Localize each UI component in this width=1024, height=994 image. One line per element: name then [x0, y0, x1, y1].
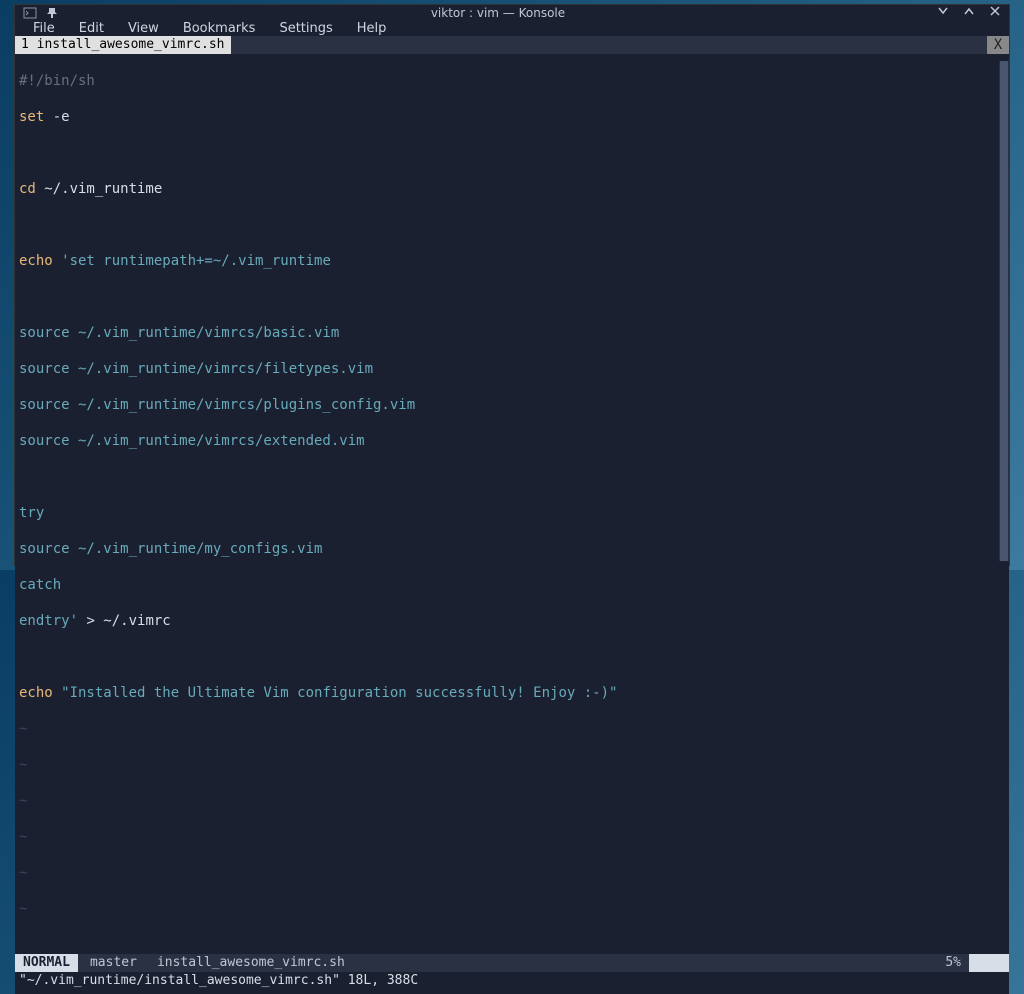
- message-line: "~/.vim_runtime/install_awesome_vimrc.sh…: [15, 972, 1009, 990]
- minimize-button[interactable]: [937, 5, 949, 21]
- mode-indicator: NORMAL: [15, 954, 78, 972]
- window-title: viktor : vim — Konsole: [59, 6, 937, 20]
- code-line: [19, 648, 1005, 666]
- status-filename: install_awesome_vimrc.sh: [149, 954, 353, 972]
- tab-close[interactable]: X: [987, 36, 1009, 54]
- empty-line: ~: [19, 900, 1005, 918]
- empty-line: ~: [19, 864, 1005, 882]
- menubar: File Edit View Bookmarks Settings Help: [15, 21, 1009, 36]
- code-line: [19, 216, 1005, 234]
- statusline: NORMAL master install_awesome_vimrc.sh 5…: [15, 954, 1009, 972]
- code-line: set -e: [19, 108, 1005, 126]
- git-branch: master: [78, 954, 149, 972]
- konsole-window: viktor : vim — Konsole File Edit View Bo…: [14, 4, 1010, 566]
- code-line: [19, 288, 1005, 306]
- close-button[interactable]: [989, 5, 1001, 21]
- code-line: endtry' > ~/.vimrc: [19, 612, 1005, 630]
- empty-line: ~: [19, 792, 1005, 810]
- pin-icon[interactable]: [45, 6, 59, 20]
- menu-settings[interactable]: Settings: [279, 21, 332, 36]
- editor: 1 install_awesome_vimrc.sh X #!/bin/sh s…: [15, 36, 1009, 994]
- maximize-button[interactable]: [963, 5, 975, 21]
- tabline: 1 install_awesome_vimrc.sh X: [15, 36, 1009, 54]
- menu-edit[interactable]: Edit: [79, 21, 104, 36]
- code-line: source ~/.vim_runtime/vimrcs/basic.vim: [19, 324, 1005, 342]
- scroll-percent: 5%: [937, 954, 969, 972]
- menu-help[interactable]: Help: [357, 21, 387, 36]
- titlebar: viktor : vim — Konsole: [15, 5, 1009, 21]
- code-line: source ~/.vim_runtime/vimrcs/filetypes.v…: [19, 360, 1005, 378]
- scrollbar[interactable]: [999, 61, 1009, 561]
- tab-number: 1: [21, 36, 29, 54]
- menu-bookmarks[interactable]: Bookmarks: [183, 21, 256, 36]
- empty-line: ~: [19, 720, 1005, 738]
- code-line: source ~/.vim_runtime/my_configs.vim: [19, 540, 1005, 558]
- menu-view[interactable]: View: [128, 21, 159, 36]
- scrollbar-thumb[interactable]: [1000, 61, 1008, 561]
- code-line: source ~/.vim_runtime/vimrcs/plugins_con…: [19, 396, 1005, 414]
- code-line: #!/bin/sh: [19, 72, 1005, 90]
- buffer[interactable]: #!/bin/sh set -e cd ~/.vim_runtime echo …: [15, 54, 1009, 954]
- code-line: echo 'set runtimepath+=~/.vim_runtime: [19, 252, 1005, 270]
- empty-line: ~: [19, 756, 1005, 774]
- titlebar-left: [23, 6, 59, 20]
- status-trail: [969, 954, 1009, 972]
- terminal-icon: [23, 6, 37, 20]
- empty-line: ~: [19, 828, 1005, 846]
- window-controls: [937, 5, 1001, 21]
- bottom-gap: [15, 990, 1009, 994]
- code-line: echo "Installed the Ultimate Vim configu…: [19, 684, 1005, 702]
- code-line: try: [19, 504, 1005, 522]
- tab-active[interactable]: 1 install_awesome_vimrc.sh: [15, 36, 231, 54]
- code-line: source ~/.vim_runtime/vimrcs/extended.vi…: [19, 432, 1005, 450]
- code-line: catch: [19, 576, 1005, 594]
- code-line: [19, 144, 1005, 162]
- code-line: [19, 468, 1005, 486]
- tab-label: install_awesome_vimrc.sh: [37, 36, 225, 54]
- menu-file[interactable]: File: [33, 21, 55, 36]
- code-line: cd ~/.vim_runtime: [19, 180, 1005, 198]
